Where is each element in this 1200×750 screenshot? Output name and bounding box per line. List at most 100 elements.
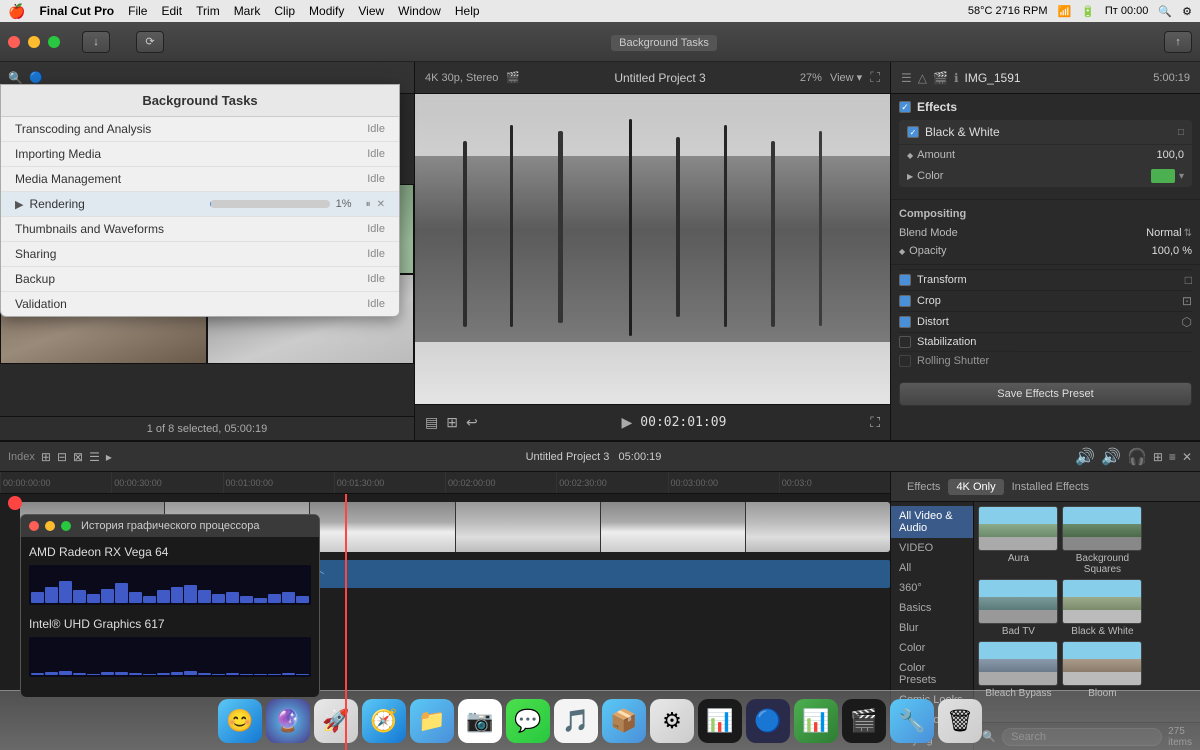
dock-app-store[interactable]: 📦 xyxy=(602,699,646,743)
transform-icon: □ xyxy=(1185,273,1192,287)
cat-blur[interactable]: Blur xyxy=(891,618,973,638)
window-menu[interactable]: Window xyxy=(398,4,441,18)
tl-btn-5[interactable]: ▸ xyxy=(106,450,112,464)
bw-checkbox[interactable]: ✓ xyxy=(907,126,919,138)
effect-thumb-img-3 xyxy=(1062,579,1142,624)
tl-zoom-out[interactable]: 🔊 xyxy=(1075,447,1095,467)
crop-checkbox[interactable] xyxy=(899,295,911,307)
viewer-format: 4K 30p, Stereo xyxy=(425,72,498,84)
stop-icon[interactable]: ✕ xyxy=(377,199,385,210)
dock-3d[interactable]: 🔵 xyxy=(746,699,790,743)
ctrl-btn-2[interactable]: ⊞ xyxy=(446,414,458,431)
blend-mode-value[interactable]: Normal xyxy=(1146,227,1181,239)
traffic-light-close[interactable] xyxy=(8,36,20,48)
dock-finder[interactable]: 😊 xyxy=(218,699,262,743)
ruler-mark-4: 00:02:00:00 xyxy=(445,472,556,494)
help-menu[interactable]: Help xyxy=(455,4,480,18)
tab-effects[interactable]: Effects xyxy=(899,479,948,495)
gpu-expand-dot[interactable] xyxy=(61,521,71,531)
viewer-canvas[interactable] xyxy=(415,94,890,404)
file-menu[interactable]: File xyxy=(128,4,147,18)
tl-btn-1[interactable]: ⊞ xyxy=(41,450,51,464)
cat-360[interactable]: 360° xyxy=(891,578,973,598)
apple-menu[interactable]: 🍎 xyxy=(8,3,25,20)
cat-color-presets[interactable]: Color Presets xyxy=(891,658,973,690)
cat-all-video-audio[interactable]: All Video & Audio xyxy=(891,506,973,538)
background-tasks-btn[interactable]: Background Tasks xyxy=(611,35,717,51)
transform-checkbox[interactable] xyxy=(899,274,911,286)
fullscreen-icon[interactable]: ⛶ xyxy=(870,69,880,86)
tl-close-btn[interactable]: ✕ xyxy=(1182,450,1192,464)
effects-checkbox[interactable]: ✓ xyxy=(899,101,911,113)
view-menu[interactable]: View xyxy=(358,4,384,18)
gpu-minimize-dot[interactable] xyxy=(45,521,55,531)
tl-zoom-in[interactable]: 🔊 xyxy=(1101,447,1121,467)
save-effects-btn[interactable]: Save Effects Preset xyxy=(899,382,1192,406)
effect-item-3[interactable]: Black & White xyxy=(1062,579,1142,637)
dock-safari-2[interactable]: ⚙ xyxy=(650,699,694,743)
effect-item-2[interactable]: Bad TV xyxy=(978,579,1058,637)
distort-checkbox[interactable] xyxy=(899,316,911,328)
browser-search-icon[interactable]: 🔍 xyxy=(8,71,23,85)
view-menu-btn[interactable]: View ▾ xyxy=(830,71,862,84)
edit-menu[interactable]: Edit xyxy=(161,4,182,18)
share-btn[interactable]: ↑ xyxy=(1164,31,1192,53)
rolling-checkbox[interactable] xyxy=(899,355,911,367)
tl-btn-4[interactable]: ☰ xyxy=(89,450,100,464)
inspector-icon-2[interactable]: △ xyxy=(918,71,927,85)
tl-settings-btn[interactable]: ≡ xyxy=(1169,450,1176,464)
traffic-light-minimize[interactable] xyxy=(28,36,40,48)
inspector-icon-3[interactable]: 🎬 xyxy=(933,71,948,85)
gpu-close-dot[interactable] xyxy=(29,521,39,531)
color-expand-btn[interactable]: ▾ xyxy=(1179,171,1184,182)
clip-view-btn[interactable]: ▤ xyxy=(425,414,438,431)
cat-color[interactable]: Color xyxy=(891,638,973,658)
inspector-icon-1[interactable]: ☰ xyxy=(901,71,912,85)
cat-all[interactable]: All xyxy=(891,558,973,578)
tab-installed[interactable]: Installed Effects xyxy=(1004,479,1097,495)
inspector-icon-4[interactable]: ℹ xyxy=(954,71,959,85)
color-expand[interactable]: ▶ xyxy=(907,172,913,181)
clip-menu[interactable]: Clip xyxy=(274,4,295,18)
dock-photos[interactable]: 📷 xyxy=(458,699,502,743)
stabilization-checkbox[interactable] xyxy=(899,336,911,348)
dock-messages[interactable]: 💬 xyxy=(506,699,550,743)
control-center[interactable]: ⚙ xyxy=(1182,5,1192,18)
color-swatch[interactable] xyxy=(1151,169,1175,183)
fullscreen-btn[interactable]: ⛶ xyxy=(870,414,880,431)
ctrl-btn-3[interactable]: ↩ xyxy=(466,414,478,431)
clock: Пт 00:00 xyxy=(1105,5,1149,17)
dock-numbers[interactable]: 📊 xyxy=(794,699,838,743)
app-menu[interactable]: Final Cut Pro xyxy=(39,4,114,18)
modify-menu[interactable]: Modify xyxy=(309,4,344,18)
search-icon[interactable]: 🔍 xyxy=(1158,5,1172,18)
dock-siri[interactable]: 🔮 xyxy=(266,699,310,743)
dock-fcp[interactable]: 🎬 xyxy=(842,699,886,743)
pause-icon[interactable]: ⏸ xyxy=(366,199,371,210)
dock-extra[interactable]: 🔧 xyxy=(890,699,934,743)
tl-view-btn[interactable]: ⊞ xyxy=(1153,450,1163,464)
dock-music[interactable]: 🎵 xyxy=(554,699,598,743)
dock-files[interactable]: 📁 xyxy=(410,699,454,743)
tab-4k-only[interactable]: 4K Only xyxy=(948,479,1003,495)
effect-item-0[interactable]: Aura xyxy=(978,506,1058,575)
effect-item-1[interactable]: Background Squares xyxy=(1062,506,1142,575)
play-btn[interactable]: ▶ xyxy=(622,414,633,431)
dock-launchpad[interactable]: 🚀 xyxy=(314,699,358,743)
dock-safari[interactable]: 🧭 xyxy=(362,699,406,743)
tl-headphones[interactable]: 🎧 xyxy=(1127,447,1147,467)
tl-btn-2[interactable]: ⊟ xyxy=(57,450,67,464)
tl-btn-3[interactable]: ⊠ xyxy=(73,450,83,464)
trim-menu[interactable]: Trim xyxy=(196,4,220,18)
dock-trash[interactable]: 🗑 xyxy=(938,699,982,743)
app: ↓ ⟳ Background Tasks ↑ Background Tasks … xyxy=(0,22,1200,750)
traffic-light-expand[interactable] xyxy=(48,36,60,48)
toolbar-btn-2[interactable]: ⟳ xyxy=(136,31,164,53)
cat-basics[interactable]: Basics xyxy=(891,598,973,618)
amount-label: Amount xyxy=(917,149,1156,161)
dock-activity[interactable]: 📊 xyxy=(698,699,742,743)
mark-menu[interactable]: Mark xyxy=(234,4,261,18)
index-label[interactable]: Index xyxy=(8,451,35,463)
import-btn[interactable]: ↓ xyxy=(82,31,110,53)
cat-video[interactable]: VIDEO xyxy=(891,538,973,558)
